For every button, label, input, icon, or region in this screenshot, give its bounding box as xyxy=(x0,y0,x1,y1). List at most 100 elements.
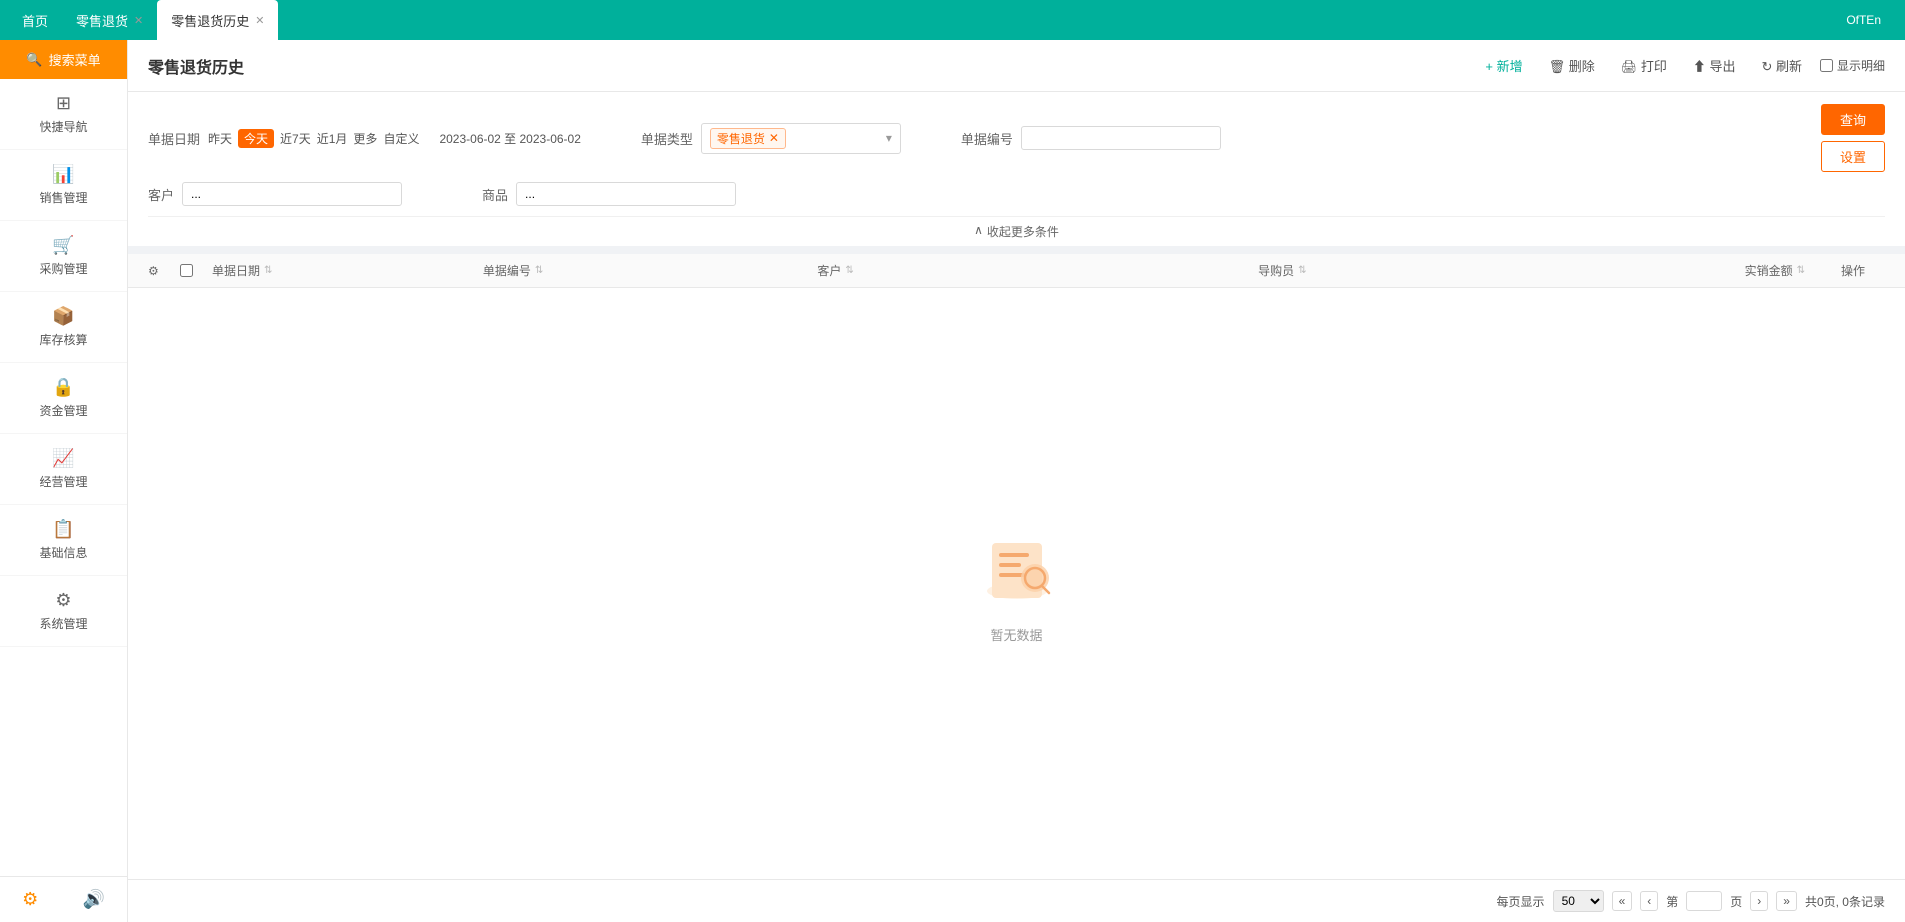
sort-date-icon: ⇅ xyxy=(264,265,272,276)
th-no[interactable]: 单据编号 ⇅ xyxy=(475,262,810,279)
collapse-filters-button[interactable]: ∧ 收起更多条件 xyxy=(148,216,1885,246)
filter-row-1: 单据日期 昨天 今天 近7天 近1月 更多 自定义 2023-06-02 至 2… xyxy=(148,104,1885,172)
shortcut-custom[interactable]: 自定义 xyxy=(383,130,419,147)
tab-retail-return-history[interactable]: 零售退货历史 ✕ xyxy=(157,0,278,40)
tab-retail-return-history-close[interactable]: ✕ xyxy=(255,14,264,27)
page-prev-button[interactable]: ‹ xyxy=(1640,891,1658,911)
sort-customer-icon: ⇅ xyxy=(845,265,853,276)
show-detail-label: 显示明细 xyxy=(1837,57,1885,74)
shortcut-1month[interactable]: 近1月 xyxy=(317,130,348,147)
filter-row-2: 客户 商品 xyxy=(148,182,1885,206)
show-detail-checkbox[interactable] xyxy=(1820,59,1833,72)
sidebar-item-quick-nav[interactable]: ⊞ 快捷导航 xyxy=(0,79,127,150)
docno-input[interactable] xyxy=(1021,126,1221,150)
tab-retail-return[interactable]: 零售退货 ✕ xyxy=(62,0,157,40)
th-settings[interactable]: ⚙ xyxy=(140,264,172,278)
per-page-select[interactable]: 50 20 100 xyxy=(1553,890,1604,912)
page-next-button[interactable]: › xyxy=(1750,891,1768,911)
content-area: 零售退货历史 + 新增 🗑 删除 🖨 打印 ⬆ 导出 ↻ 刷新 显示明细 单据日… xyxy=(128,40,1905,922)
th-action-label: 操作 xyxy=(1841,262,1865,279)
table-wrap: ⚙ 单据日期 ⇅ 单据编号 ⇅ 客户 ⇅ 导购员 xyxy=(128,254,1905,879)
sidebar-item-inventory[interactable]: 📦 库存核算 xyxy=(0,292,127,363)
filter-docno: 单据编号 xyxy=(961,126,1221,150)
sidebar-item-finance[interactable]: 🔒 资金管理 xyxy=(0,363,127,434)
sidebar-item-label: 销售管理 xyxy=(39,189,87,206)
sidebar-search-label: 搜索菜单 xyxy=(49,50,101,69)
settings-footer-icon[interactable]: ⚙ xyxy=(22,889,38,910)
page-title: 零售退货历史 xyxy=(148,54,244,78)
th-guide[interactable]: 导购员 ⇅ xyxy=(1250,262,1585,279)
page-label-suffix: 页 xyxy=(1730,893,1742,910)
search-icon: 🔍 xyxy=(26,52,42,68)
th-customer-label: 客户 xyxy=(817,262,841,279)
operations-icon: 📈 xyxy=(52,448,74,469)
type-select[interactable]: 零售退货 ✕ ▾ xyxy=(701,123,901,154)
settings-button[interactable]: 设置 xyxy=(1821,141,1885,172)
finance-icon: 🔒 xyxy=(52,377,74,398)
th-date-label: 单据日期 xyxy=(212,262,260,279)
filter-area: 单据日期 昨天 今天 近7天 近1月 更多 自定义 2023-06-02 至 2… xyxy=(128,92,1905,246)
delete-button[interactable]: 🗑 删除 xyxy=(1541,52,1603,79)
type-select-arrow: ▾ xyxy=(886,131,892,145)
filter-type: 单据类型 零售退货 ✕ ▾ xyxy=(641,123,901,154)
sort-no-icon: ⇅ xyxy=(535,265,543,276)
pagination-summary: 共0页, 0条记录 xyxy=(1805,893,1885,910)
empty-state: 暂无数据 xyxy=(128,288,1905,879)
filter-customer: 客户 xyxy=(148,182,402,206)
add-button[interactable]: + 新增 xyxy=(1477,52,1530,79)
page-last-button[interactable]: » xyxy=(1776,891,1797,911)
goods-input[interactable] xyxy=(516,182,736,206)
export-button[interactable]: ⬆ 导出 xyxy=(1685,52,1744,79)
system-icon: ⚙ xyxy=(55,590,71,611)
sidebar-item-basic-info[interactable]: 📋 基础信息 xyxy=(0,505,127,576)
pagination: 每页显示 50 20 100 « ‹ 第 1 页 › » 共0页, 0条记录 xyxy=(128,879,1905,922)
date-shortcuts: 昨天 今天 近7天 近1月 更多 自定义 xyxy=(208,129,419,148)
refresh-button[interactable]: ↻ 刷新 xyxy=(1753,52,1810,79)
sidebar-item-label: 库存核算 xyxy=(39,331,87,348)
th-customer[interactable]: 客户 ⇅ xyxy=(809,262,1250,279)
th-check[interactable] xyxy=(172,264,204,277)
basic-info-icon: 📋 xyxy=(52,519,74,540)
tab-retail-return-history-label: 零售退货历史 xyxy=(171,11,249,30)
sidebar-item-sales[interactable]: 📊 销售管理 xyxy=(0,150,127,221)
query-button[interactable]: 查询 xyxy=(1821,104,1885,135)
page-input[interactable]: 1 xyxy=(1686,891,1722,911)
th-guide-label: 导购员 xyxy=(1258,262,1294,279)
main-layout: 🔍 搜索菜单 ⊞ 快捷导航 📊 销售管理 🛒 采购管理 📦 库存核算 🔒 资金管… xyxy=(0,40,1905,922)
collapse-label: 收起更多条件 xyxy=(987,223,1059,240)
th-amount[interactable]: 实销金额 ⇅ xyxy=(1585,262,1813,279)
shortcut-today[interactable]: 今天 xyxy=(238,129,274,148)
select-all-checkbox[interactable] xyxy=(180,264,193,277)
sidebar-item-operations[interactable]: 📈 经营管理 xyxy=(0,434,127,505)
type-tag-value: 零售退货 xyxy=(717,130,765,147)
query-settings-wrap: 查询 设置 xyxy=(1821,104,1885,172)
sidebar-search-button[interactable]: 🔍 搜索菜单 xyxy=(0,40,127,79)
empty-icon xyxy=(972,523,1062,613)
shortcut-more[interactable]: 更多 xyxy=(353,130,377,147)
shortcut-yesterday[interactable]: 昨天 xyxy=(208,130,232,147)
filter-goods: 商品 xyxy=(482,182,736,206)
type-label: 单据类型 xyxy=(641,129,693,148)
sidebar-item-label: 基础信息 xyxy=(39,544,87,561)
show-detail-checkbox-wrap[interactable]: 显示明细 xyxy=(1820,57,1885,74)
customer-input[interactable] xyxy=(182,182,402,206)
type-tag: 零售退货 ✕ xyxy=(710,128,786,149)
type-tag-remove[interactable]: ✕ xyxy=(769,131,779,145)
goods-label: 商品 xyxy=(482,185,508,204)
sidebar-item-label: 资金管理 xyxy=(39,402,87,419)
inventory-icon: 📦 xyxy=(52,306,74,327)
sort-guide-icon: ⇅ xyxy=(1298,265,1306,276)
th-date[interactable]: 单据日期 ⇅ xyxy=(204,262,475,279)
tab-retail-return-close[interactable]: ✕ xyxy=(134,14,143,27)
page-first-button[interactable]: « xyxy=(1612,891,1633,911)
sidebar-item-system[interactable]: ⚙ 系统管理 xyxy=(0,576,127,647)
purchase-icon: 🛒 xyxy=(52,235,74,256)
print-button[interactable]: 🖨 打印 xyxy=(1613,52,1675,79)
sidebar-item-purchase[interactable]: 🛒 采购管理 xyxy=(0,221,127,292)
audio-footer-icon[interactable]: 🔊 xyxy=(82,889,104,910)
th-no-label: 单据编号 xyxy=(483,262,531,279)
shortcut-7days[interactable]: 近7天 xyxy=(280,130,311,147)
sales-icon: 📊 xyxy=(52,164,74,185)
per-page-label: 每页显示 xyxy=(1497,893,1545,910)
tab-home[interactable]: 首页 xyxy=(8,0,62,40)
